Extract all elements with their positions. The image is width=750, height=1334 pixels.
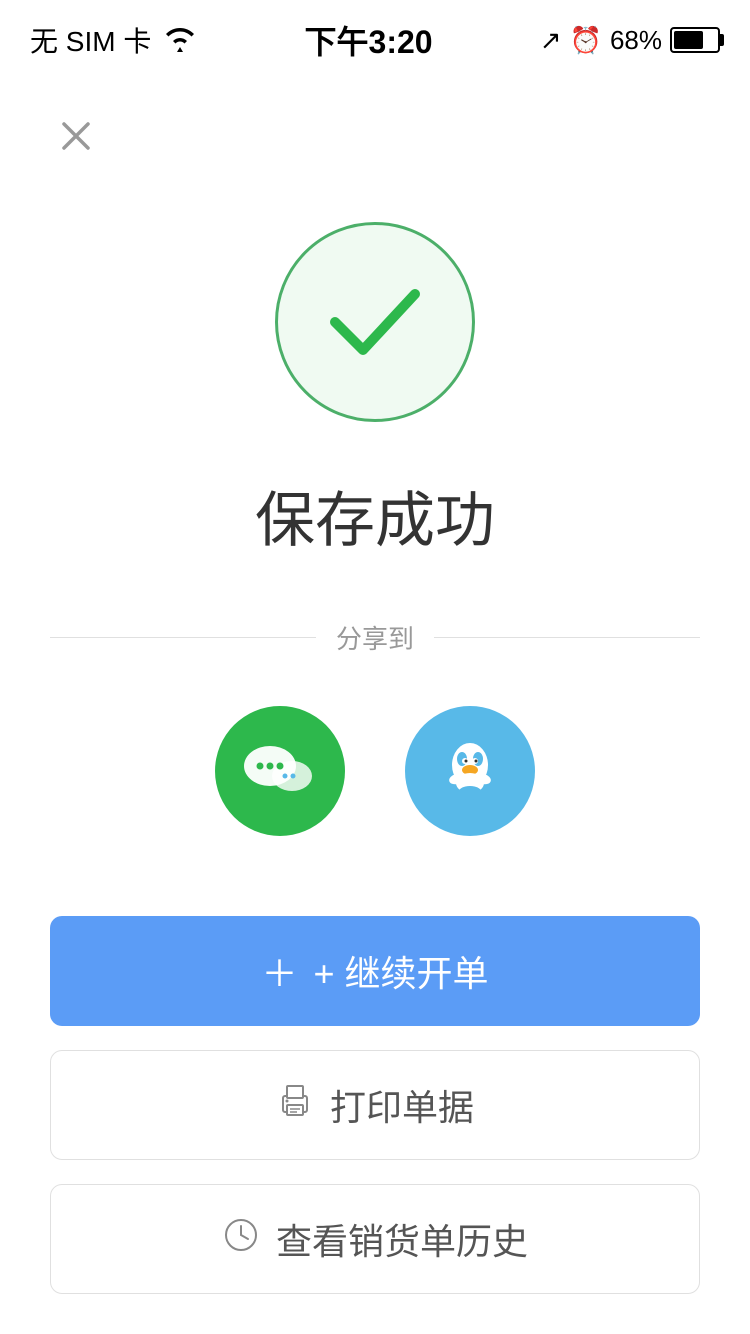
battery-bar <box>670 27 720 53</box>
close-icon <box>56 116 96 156</box>
close-button-area <box>0 80 750 182</box>
print-label: 打印单据 <box>330 1079 474 1131</box>
qq-icon <box>432 733 508 809</box>
location-icon: ↗ <box>540 25 562 56</box>
clock-svg <box>222 1216 260 1254</box>
divider-right <box>434 637 700 638</box>
continue-button[interactable]: ＋ + 继续开单 <box>50 916 700 1026</box>
qq-share-button[interactable] <box>405 706 535 836</box>
wechat-share-button[interactable] <box>215 706 345 836</box>
continue-label: + 继续开单 <box>313 945 488 997</box>
clock-icon <box>222 1216 260 1263</box>
history-button[interactable]: 查看销货单历史 <box>50 1184 700 1294</box>
battery-fill <box>674 31 703 49</box>
history-label: 查看销货单历史 <box>276 1213 528 1265</box>
wechat-icon <box>242 736 318 806</box>
status-right: ↗ ⏰ 68% <box>540 25 720 56</box>
share-label: 分享到 <box>336 619 414 656</box>
share-divider: 分享到 <box>50 619 700 656</box>
checkmark-icon <box>325 282 425 362</box>
wifi-icon <box>163 27 197 53</box>
battery-percent: 68% <box>610 25 662 56</box>
status-time: 下午3:20 <box>305 17 433 63</box>
printer-svg <box>276 1082 314 1120</box>
status-left: 无 SIM 卡 <box>30 20 197 60</box>
carrier-text: 无 SIM 卡 <box>30 20 151 60</box>
success-circle <box>275 222 475 422</box>
status-bar: 无 SIM 卡 下午3:20 ↗ ⏰ 68% <box>0 0 750 80</box>
share-icons-row <box>215 706 535 836</box>
action-buttons: ＋ + 继续开单 打印单据 <box>50 916 700 1294</box>
close-button[interactable] <box>50 110 102 162</box>
printer-icon <box>276 1082 314 1129</box>
success-title: 保存成功 <box>255 472 495 559</box>
main-content: 保存成功 分享到 <box>0 182 750 1294</box>
divider-left <box>50 637 316 638</box>
print-button[interactable]: 打印单据 <box>50 1050 700 1160</box>
alarm-icon: ⏰ <box>570 25 602 56</box>
plus-icon: ＋ <box>261 945 297 997</box>
